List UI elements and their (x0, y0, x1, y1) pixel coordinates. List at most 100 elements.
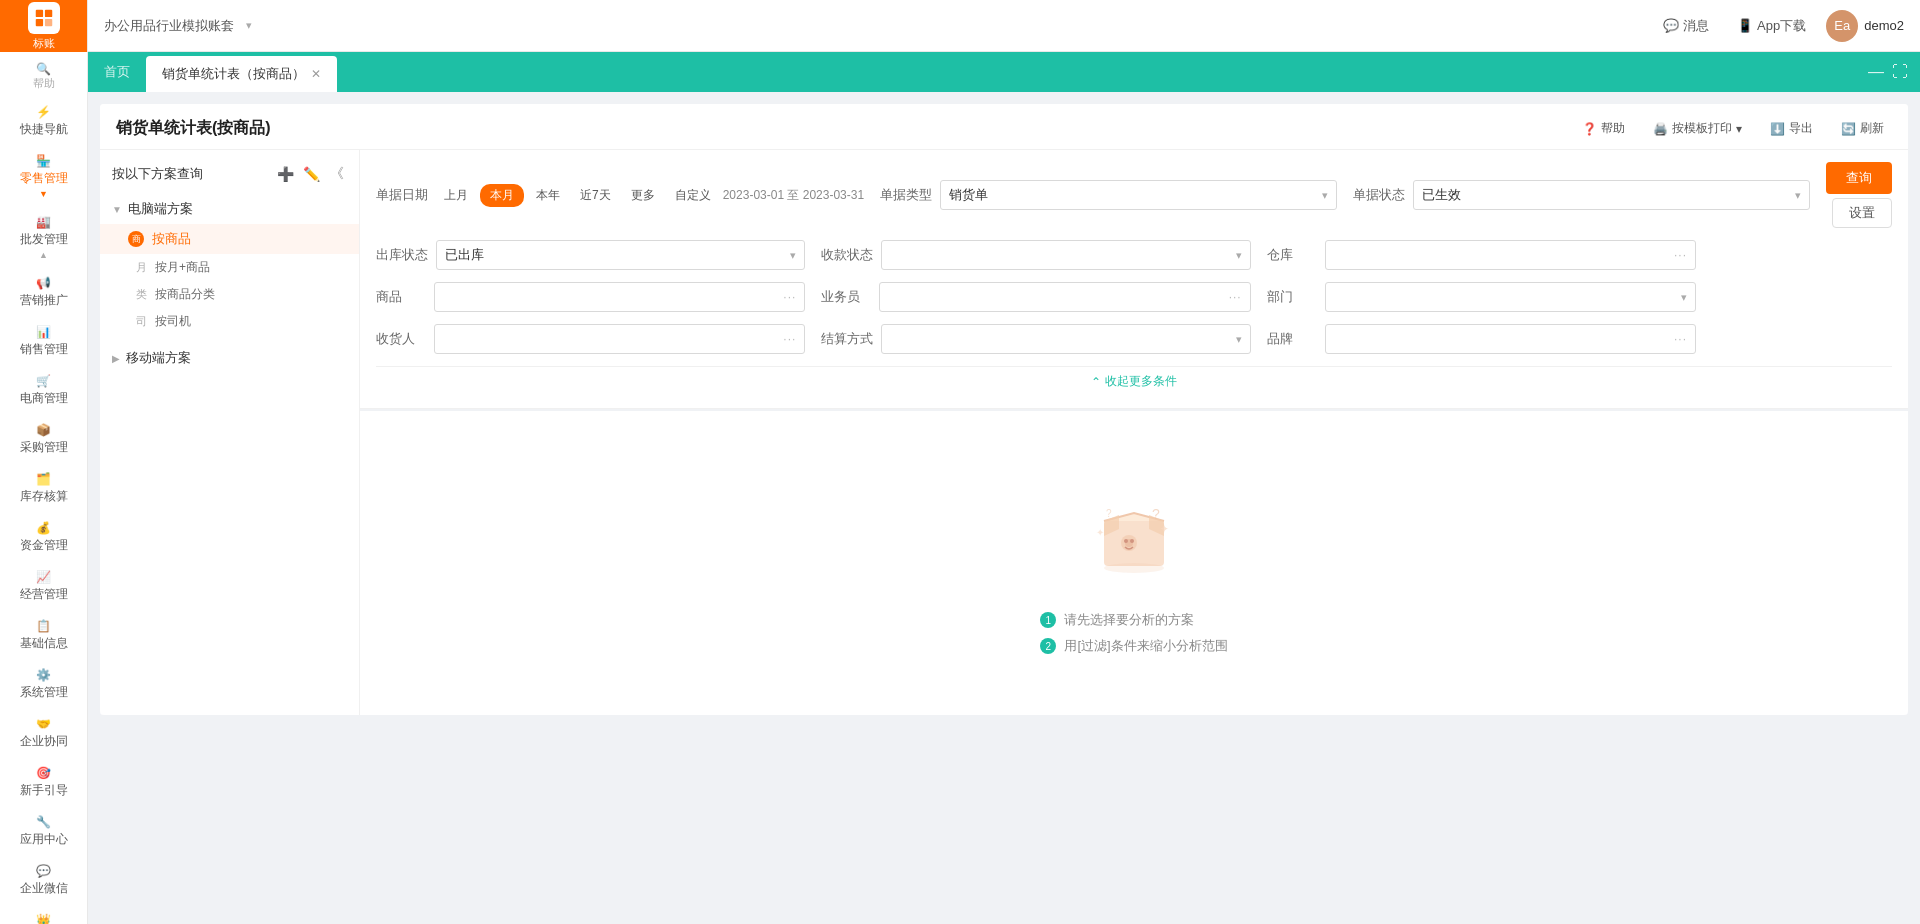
topbar-appdownload-btn[interactable]: 📱 App下载 (1729, 13, 1814, 39)
print-btn[interactable]: 🖨️ 按模板打印 ▾ (1645, 116, 1750, 141)
scheme-sub-item-category[interactable]: 类 按商品分类 (100, 281, 359, 308)
main-panel: 销货单统计表(按商品) ❓ 帮助 🖨️ 按模板打印 ▾ ⬇️ 导出 (100, 104, 1908, 715)
department-control[interactable]: ▾ (1325, 282, 1696, 312)
date-btn-this-year[interactable]: 本年 (528, 183, 568, 208)
filter-product: 商品 ··· (376, 282, 805, 312)
docstatus-value: 已生效 (1422, 186, 1791, 204)
settlement-control[interactable]: ▾ (881, 324, 1250, 354)
sidebar-item-basic[interactable]: 📋 基础信息 (0, 611, 87, 660)
export-btn[interactable]: ⬇️ 导出 (1762, 116, 1821, 141)
maximize-btn[interactable]: ⛶ (1892, 63, 1908, 81)
outstatus-control[interactable]: 已出库 ▾ (436, 240, 805, 270)
tab-close-icon[interactable]: ✕ (311, 67, 321, 81)
sidebar-item-finance[interactable]: 💰 资金管理 (0, 513, 87, 562)
print-icon: 🖨️ (1653, 122, 1668, 136)
sidebar-item-system[interactable]: ⚙️ 系统管理 (0, 660, 87, 709)
scheme-title: 按以下方案查询 (112, 165, 269, 183)
sidebar-item-wechat[interactable]: 💬 企业微信 (0, 856, 87, 905)
salesperson-more: ··· (1229, 290, 1242, 304)
product-more: ··· (783, 290, 796, 304)
date-btn-this-month[interactable]: 本月 (480, 184, 524, 207)
sidebar-item-purchase[interactable]: 📦 采购管理 (0, 415, 87, 464)
username-label: demo2 (1864, 18, 1904, 33)
sidebar-item-appstore[interactable]: 🔧 应用中心 (0, 807, 87, 856)
tab-home[interactable]: 首页 (88, 52, 146, 92)
filter-docstatus: 单据状态 已生效 ▾ (1353, 180, 1810, 210)
expand-icon: ▼ (39, 189, 48, 199)
svg-point-7 (1124, 539, 1128, 543)
brand-control[interactable]: ··· (1325, 324, 1696, 354)
help-btn[interactable]: ❓ 帮助 (1574, 116, 1633, 141)
system-label: 系统管理 (20, 684, 68, 701)
settings-button[interactable]: 设置 (1832, 198, 1892, 228)
date-quick-group: 上月 本月 本年 近7天 更多 自定义 2023-03-01 至 2023-03… (436, 183, 864, 208)
scheme-sub-item-month-product[interactable]: 月 按月+商品 (100, 254, 359, 281)
tab-report[interactable]: 销货单统计表（按商品） ✕ (146, 56, 337, 92)
empty-illustration: ? ? ✦ ✦ (1074, 471, 1194, 591)
consignee-control[interactable]: ··· (434, 324, 805, 354)
pc-group-label: 电脑端方案 (128, 200, 193, 218)
topbar-message-btn[interactable]: 💬 消息 (1655, 13, 1717, 39)
svg-text:✦: ✦ (1159, 522, 1169, 536)
operations-icon: 📈 (36, 570, 51, 584)
filter-row-1: 单据日期 上月 本月 本年 近7天 更多 自定义 2023-03-01 至 20… (376, 162, 1892, 228)
collapse-filter-btn[interactable]: ⌃ 收起更多条件 (376, 366, 1892, 396)
warehouse-control[interactable]: ··· (1325, 240, 1696, 270)
filter-warehouse: 仓库 ··· (1267, 240, 1696, 270)
sidebar-item-marketing[interactable]: 📢 营销推广 (0, 268, 87, 317)
sidebar-item-ecommerce[interactable]: 🛒 电商管理 (0, 366, 87, 415)
scheme-group-pc-header[interactable]: ▼ 电脑端方案 (100, 194, 359, 224)
svg-text:✦: ✦ (1096, 527, 1104, 538)
tip-text-2: 用[过滤]条件来缩小分析范围 (1064, 637, 1227, 655)
sub-icon-month: 月 (136, 260, 147, 275)
retail-label: 零售管理 (20, 170, 68, 187)
receiptstatus-control[interactable]: ▾ (881, 240, 1250, 270)
sidebar-item-sales[interactable]: 📊 销售管理 (0, 317, 87, 366)
sales-label: 销售管理 (20, 341, 68, 358)
sidebar-item-wholesale[interactable]: 🏭 批发管理 ▲ (0, 207, 87, 268)
docstatus-arrow: ▾ (1795, 189, 1801, 202)
filter-row-2: 出库状态 已出库 ▾ 收款状态 ▾ (376, 240, 1892, 270)
refresh-btn[interactable]: 🔄 刷新 (1833, 116, 1892, 141)
sidebar-search[interactable]: 🔍 帮助 (0, 52, 87, 97)
sidebar-item-quicknav[interactable]: ⚡ 快捷导航 (0, 97, 87, 146)
ecommerce-icon: 🛒 (36, 374, 51, 388)
minimize-btn[interactable]: — (1868, 63, 1884, 81)
salesperson-control[interactable]: ··· (879, 282, 1250, 312)
scheme-sub-item-driver[interactable]: 司 按司机 (100, 308, 359, 335)
mobile-group-label: 移动端方案 (126, 349, 191, 367)
sidebar-item-inventory[interactable]: 🗂️ 库存核算 (0, 464, 87, 513)
guide-icon: 🎯 (36, 766, 51, 780)
empty-tips: 1 请先选择要分析的方案 2 用[过滤]条件来缩小分析范围 (1040, 611, 1227, 655)
date-btn-custom[interactable]: 自定义 (667, 183, 719, 208)
outstatus-value: 已出库 (445, 246, 786, 264)
sidebar-item-operations[interactable]: 📈 经营管理 (0, 562, 87, 611)
topbar-dropdown-icon[interactable]: ▾ (246, 19, 252, 32)
docstatus-control[interactable]: 已生效 ▾ (1413, 180, 1810, 210)
app-logo: 标账 (0, 0, 88, 52)
date-btn-last-month[interactable]: 上月 (436, 183, 476, 208)
date-btn-7days[interactable]: 近7天 (572, 183, 619, 208)
scheme-group-mobile-header[interactable]: ▶ 移动端方案 (100, 343, 359, 373)
query-button[interactable]: 查询 (1826, 162, 1892, 194)
sidebar-item-retail[interactable]: 🏪 零售管理 ▼ (0, 146, 87, 207)
vip-icon: 👑 (36, 913, 51, 924)
main-wrapper: 办公用品行业模拟账套 ▾ 💬 消息 📱 App下载 Ea demo2 首页 销货… (88, 0, 1920, 924)
product-control[interactable]: ··· (434, 282, 805, 312)
filter-row-4: 收货人 ··· 结算方式 ▾ (376, 324, 1892, 354)
topbar-user[interactable]: Ea demo2 (1826, 10, 1904, 42)
docstatus-label: 单据状态 (1353, 186, 1405, 204)
tip-text-1: 请先选择要分析的方案 (1064, 611, 1194, 629)
sidebar-item-guide[interactable]: 🎯 新手引导 (0, 758, 87, 807)
add-scheme-btn[interactable]: ➕ (275, 164, 295, 184)
sidebar-item-vip[interactable]: 👑 畅会员 (0, 905, 87, 924)
receiptstatus-label: 收款状态 (821, 246, 873, 264)
collapse-scheme-btn[interactable]: 《 (327, 164, 347, 184)
date-btn-more[interactable]: 更多 (623, 183, 663, 208)
refresh-icon: 🔄 (1841, 122, 1856, 136)
scheme-item-by-product[interactable]: 商 按商品 (100, 224, 359, 254)
doctype-control[interactable]: 销货单 ▾ (940, 180, 1337, 210)
sales-icon: 📊 (36, 325, 51, 339)
sidebar-item-enterprise[interactable]: 🤝 企业协同 (0, 709, 87, 758)
edit-scheme-btn[interactable]: ✏️ (301, 164, 321, 184)
